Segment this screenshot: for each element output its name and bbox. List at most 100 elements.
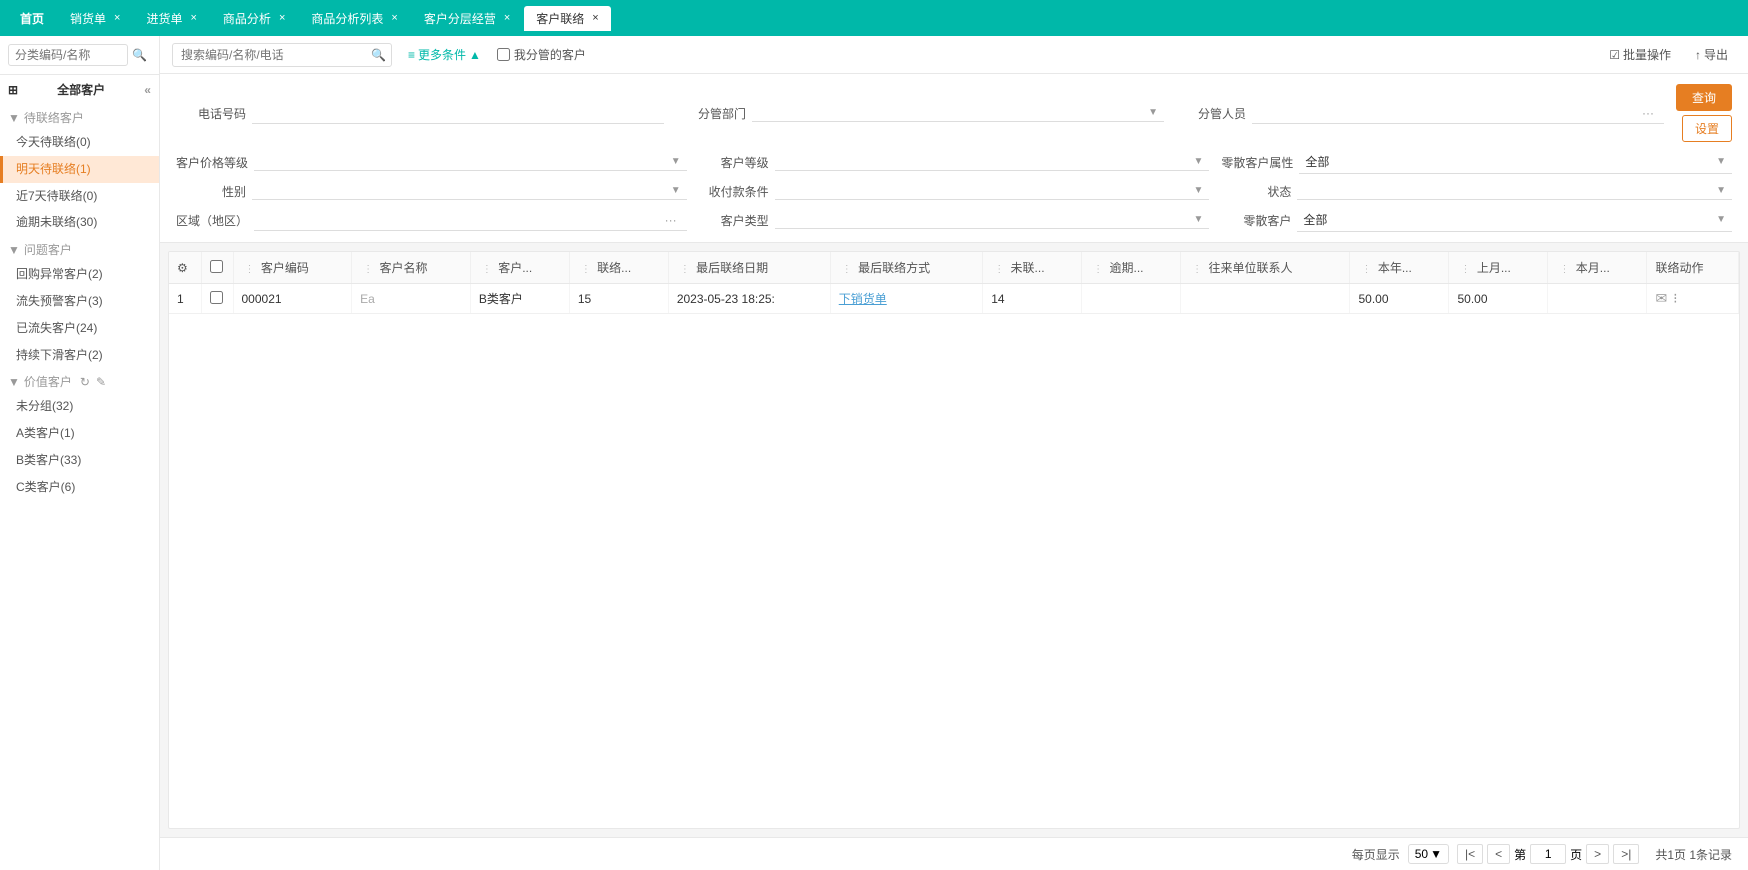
manager-select[interactable]: ···	[1252, 103, 1664, 124]
collapse-icon[interactable]: «	[144, 83, 151, 97]
customer-level-select[interactable]: ▼	[775, 153, 1210, 171]
filter-dept: 分管部门 ▼	[676, 104, 1164, 122]
sidebar-item-churn-warning[interactable]: 流失预警客户(3)	[0, 288, 159, 315]
col-resizer[interactable]: ⋮	[1460, 264, 1470, 275]
ellipsis-icon[interactable]: ···	[1638, 106, 1658, 120]
contact-method-link[interactable]: 下销货单	[839, 292, 887, 306]
sidebar-item-class-b[interactable]: B类客户(33)	[0, 447, 159, 474]
retail-attr-select[interactable]: 全部 ▼	[1299, 150, 1732, 174]
col-resizer[interactable]: ⋮	[1093, 264, 1103, 275]
sidebar-item-tomorrow[interactable]: 明天待联络(1)	[0, 156, 159, 183]
col-resizer[interactable]: ⋮	[482, 264, 492, 275]
col-header-this-year[interactable]: ⋮ 本年...	[1350, 252, 1449, 284]
nav-item-customer-contact[interactable]: 客户联络 ×	[524, 6, 610, 31]
close-icon[interactable]: ×	[114, 12, 120, 24]
col-resizer[interactable]: ⋮	[245, 264, 255, 275]
payment-select[interactable]: ▼	[775, 182, 1210, 200]
nav-home[interactable]: 首页	[8, 6, 56, 31]
region-select[interactable]: ···	[254, 210, 687, 231]
ellipsis-icon[interactable]: ···	[661, 213, 681, 227]
more-conditions-btn[interactable]: ≡ 更多条件 ▲	[400, 42, 489, 67]
col-label: 联络...	[597, 261, 631, 275]
sidebar-item-today[interactable]: 今天待联络(0)	[0, 129, 159, 156]
close-icon[interactable]: ×	[279, 12, 285, 24]
nav-item-purchase[interactable]: 进货单 ×	[134, 6, 208, 31]
sidebar-item-ungroup[interactable]: 未分组(32)	[0, 393, 159, 420]
query-button[interactable]: 查询	[1676, 84, 1732, 111]
close-icon[interactable]: ×	[391, 12, 397, 24]
setting-button[interactable]: 设置	[1682, 115, 1732, 142]
col-header-name[interactable]: ⋮ 客户名称	[352, 252, 471, 284]
sidebar-item-repurchase[interactable]: 回购异常客户(2)	[0, 261, 159, 288]
col-header-this-month[interactable]: ⋮ 本月...	[1548, 252, 1647, 284]
dept-select[interactable]: ▼	[752, 104, 1164, 122]
first-page-btn[interactable]: |<	[1457, 844, 1483, 864]
col-resizer[interactable]: ⋮	[363, 264, 373, 275]
export-icon: ↑	[1695, 48, 1701, 62]
search-input[interactable]	[172, 43, 392, 67]
status-select[interactable]: ▼	[1297, 182, 1732, 200]
nav-item-sales[interactable]: 销货单 ×	[58, 6, 132, 31]
cell-checkbox[interactable]	[201, 284, 233, 314]
col-header-overdue[interactable]: ⋮ 逾期...	[1082, 252, 1181, 284]
col-resizer[interactable]: ⋮	[581, 264, 591, 275]
sidebar-item-7days[interactable]: 近7天待联络(0)	[0, 183, 159, 210]
sidebar-search-icon[interactable]: 🔍	[132, 48, 147, 62]
sidebar-item-class-a[interactable]: A类客户(1)	[0, 420, 159, 447]
my-customers-checkbox[interactable]	[497, 48, 510, 61]
nav-label: 商品分析列表	[311, 10, 383, 27]
all-customers-header[interactable]: ⊞ 全部客户 «	[0, 75, 159, 104]
col-resizer[interactable]: ⋮	[1192, 264, 1202, 275]
gear-icon[interactable]: ⚙	[177, 261, 188, 275]
page-input[interactable]	[1530, 844, 1566, 864]
batch-btn[interactable]: ☑ 批量操作	[1601, 42, 1679, 67]
col-resizer[interactable]: ⋮	[680, 264, 690, 275]
col-header-contact-person[interactable]: ⋮ 往来单位联系人	[1181, 252, 1350, 284]
sidebar-search-input[interactable]	[8, 44, 128, 66]
nav-item-analysis[interactable]: 商品分析 ×	[211, 6, 297, 31]
col-header-last-month[interactable]: ⋮ 上月...	[1449, 252, 1548, 284]
retail-customer-select[interactable]: 全部 ▼	[1297, 208, 1732, 232]
col-resizer[interactable]: ⋮	[1361, 264, 1371, 275]
col-header-type[interactable]: ⋮ 客户...	[470, 252, 569, 284]
col-label: 上月...	[1477, 261, 1511, 275]
sidebar-item-overdue[interactable]: 逾期未联络(30)	[0, 209, 159, 236]
nav-item-customer-tier[interactable]: 客户分层经营 ×	[412, 6, 522, 31]
col-header-no-contact[interactable]: ⋮ 未联...	[983, 252, 1082, 284]
nav-item-analysis-list[interactable]: 商品分析列表 ×	[299, 6, 409, 31]
refresh-icon[interactable]: ↻	[80, 375, 90, 389]
customer-type-select[interactable]: ▼	[775, 211, 1210, 229]
col-header-last-contact-method[interactable]: ⋮ 最后联络方式	[830, 252, 982, 284]
phone-input[interactable]	[252, 103, 664, 124]
col-resizer[interactable]: ⋮	[842, 264, 852, 275]
contact-action-icon[interactable]: ✉	[1655, 290, 1667, 307]
price-level-select[interactable]: ▼	[254, 153, 687, 171]
export-btn[interactable]: ↑ 导出	[1687, 42, 1736, 67]
col-header-contact-count[interactable]: ⋮ 联络...	[569, 252, 668, 284]
prev-page-btn[interactable]: <	[1487, 844, 1510, 864]
next-page-btn[interactable]: >	[1586, 844, 1609, 864]
col-resizer[interactable]: ⋮	[1559, 264, 1569, 275]
cell-last-contact-method[interactable]: 下销货单	[830, 284, 982, 314]
close-icon[interactable]: ×	[592, 12, 598, 24]
col-label: 逾期...	[1110, 261, 1144, 275]
select-all-checkbox[interactable]	[210, 260, 223, 273]
customer-level-label: 客户等级	[699, 154, 769, 171]
sidebar-item-class-c[interactable]: C类客户(6)	[0, 474, 159, 501]
gender-select[interactable]: ▼	[252, 182, 687, 200]
col-header-last-contact-date[interactable]: ⋮ 最后联络日期	[668, 252, 830, 284]
last-page-btn[interactable]: >|	[1613, 844, 1639, 864]
close-icon[interactable]: ×	[504, 12, 510, 24]
edit-icon[interactable]: ✎	[96, 375, 106, 389]
sidebar-item-declining[interactable]: 持续下滑客户(2)	[0, 342, 159, 369]
col-header-code[interactable]: ⋮ 客户编码	[233, 252, 352, 284]
col-resizer[interactable]: ⋮	[994, 264, 1004, 275]
search-icon[interactable]: 🔍	[371, 48, 386, 62]
per-page-select[interactable]: 50 ▼	[1408, 844, 1449, 864]
col-header-gear[interactable]: ⚙	[169, 252, 201, 284]
close-icon[interactable]: ×	[190, 12, 196, 24]
sidebar-item-churned[interactable]: 已流失客户(24)	[0, 315, 159, 342]
col-header-checkbox[interactable]	[201, 252, 233, 284]
more-action-icon[interactable]: ⁝	[1673, 290, 1677, 307]
row-checkbox[interactable]	[210, 291, 223, 304]
